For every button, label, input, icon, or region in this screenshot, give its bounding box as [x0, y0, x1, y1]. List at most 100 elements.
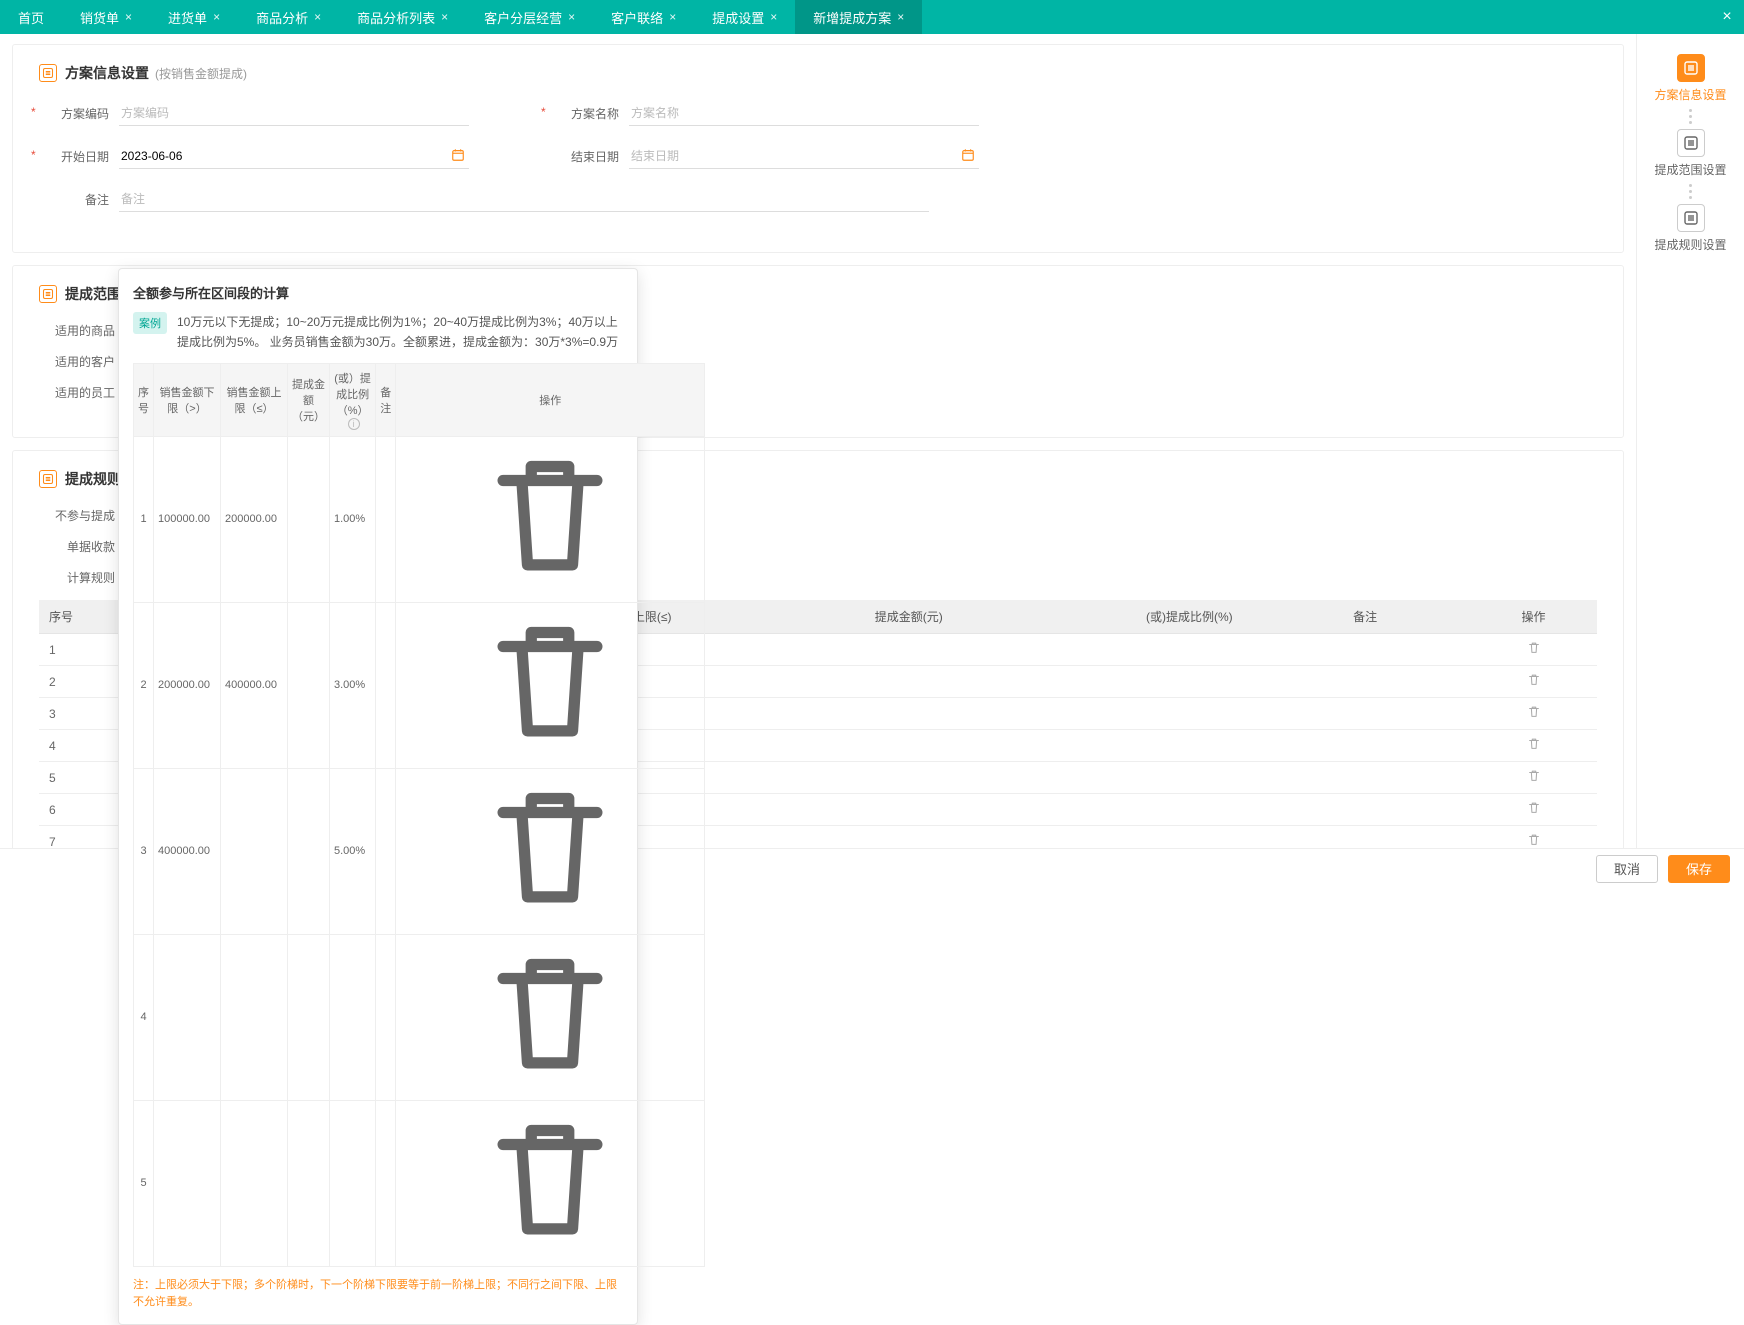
trash-icon[interactable] — [1527, 705, 1541, 719]
cell[interactable] — [782, 634, 1036, 666]
col-header: 备注 — [376, 363, 396, 436]
tab-首页[interactable]: 首页 — [0, 0, 62, 34]
step-1[interactable]: 提成范围设置 — [1637, 129, 1744, 178]
list-icon — [39, 64, 57, 82]
tab-进货单[interactable]: 进货单× — [150, 0, 238, 34]
col-header: 提成金额（元） — [288, 363, 330, 436]
trash-icon[interactable] — [400, 916, 700, 928]
cell[interactable] — [782, 730, 1036, 762]
close-icon[interactable]: × — [314, 10, 321, 24]
info-icon[interactable]: i — [348, 418, 360, 430]
cell — [154, 1100, 221, 1266]
cell — [330, 934, 376, 1100]
cell — [288, 768, 330, 934]
cell: 200000.00 — [154, 602, 221, 768]
cell: 400000.00 — [221, 602, 288, 768]
cell: 5 — [134, 1100, 154, 1266]
close-icon[interactable]: × — [125, 10, 132, 24]
cell[interactable] — [1036, 794, 1344, 826]
calendar-icon[interactable] — [961, 148, 975, 165]
col-header: (或）提成比例（%） i — [330, 363, 376, 436]
popover-note: 注：上限必须大于下限；多个阶梯时，下一个阶梯下限要等于前一阶梯上限；不同行之间下… — [133, 1277, 623, 1312]
save-button-label: 保存 — [1686, 859, 1712, 878]
table-row: 3400000.005.00% — [134, 768, 705, 934]
cell[interactable] — [1343, 634, 1470, 666]
tab-客户分层经营[interactable]: 客户分层经营× — [466, 0, 593, 34]
col-header: (或)提成比例(%) — [1036, 600, 1344, 634]
input-plan-name[interactable] — [629, 101, 979, 126]
trash-icon[interactable] — [1527, 801, 1541, 815]
close-icon[interactable]: × — [441, 10, 448, 24]
trash-icon[interactable] — [1527, 737, 1541, 751]
cell[interactable] — [782, 698, 1036, 730]
cell: 1 — [134, 436, 154, 602]
label-employee-scope: 适用的员工 — [39, 384, 115, 401]
cell[interactable] — [1036, 826, 1344, 849]
close-icon[interactable]: × — [897, 10, 904, 24]
cell — [376, 934, 396, 1100]
cell[interactable] — [1036, 762, 1344, 794]
cell[interactable] — [1036, 730, 1344, 762]
cell[interactable] — [1343, 698, 1470, 730]
tab-客户联络[interactable]: 客户联络× — [593, 0, 694, 34]
cell — [330, 1100, 376, 1266]
cell[interactable] — [1036, 666, 1344, 698]
col-header: 操作 — [396, 363, 705, 436]
input-plan-code[interactable] — [119, 101, 469, 126]
trash-icon[interactable] — [1527, 833, 1541, 847]
trash-icon[interactable] — [1527, 769, 1541, 783]
close-icon[interactable]: × — [669, 10, 676, 24]
save-button[interactable]: 保存 — [1668, 855, 1730, 883]
tab-销货单[interactable]: 销货单× — [62, 0, 150, 34]
close-all-button[interactable]: × — [1710, 0, 1744, 34]
cell[interactable] — [1036, 698, 1344, 730]
trash-icon[interactable] — [400, 750, 700, 762]
trash-icon[interactable] — [400, 1248, 700, 1260]
input-start-date[interactable] — [119, 144, 469, 169]
cell — [396, 934, 705, 1100]
close-icon[interactable]: × — [770, 10, 777, 24]
cell[interactable] — [1343, 826, 1470, 849]
cell[interactable] — [782, 794, 1036, 826]
tab-商品分析列表[interactable]: 商品分析列表× — [339, 0, 466, 34]
table-row: 2200000.00400000.003.00% — [134, 602, 705, 768]
calendar-icon[interactable] — [451, 148, 465, 165]
trash-icon[interactable] — [1527, 673, 1541, 687]
trash-icon[interactable] — [400, 584, 700, 596]
cell[interactable] — [1036, 634, 1344, 666]
list-icon — [1677, 54, 1705, 82]
col-header: 操作 — [1470, 600, 1597, 634]
cell — [396, 436, 705, 602]
col-header: 销售金额上限（≤） — [221, 363, 288, 436]
tab-新增提成方案[interactable]: 新增提成方案× — [795, 0, 922, 34]
step-2[interactable]: 提成规则设置 — [1637, 204, 1744, 253]
trash-icon[interactable] — [400, 1082, 700, 1094]
cell[interactable] — [1343, 762, 1470, 794]
cell: 1.00% — [330, 436, 376, 602]
label-end-date: 结束日期 — [549, 148, 619, 165]
close-icon[interactable]: × — [213, 10, 220, 24]
input-remark[interactable] — [119, 187, 929, 212]
step-0[interactable]: 方案信息设置 — [1637, 54, 1744, 103]
cell — [396, 768, 705, 934]
popover-tag: 案例 — [133, 312, 167, 334]
cell: 200000.00 — [221, 436, 288, 602]
tab-提成设置[interactable]: 提成设置× — [694, 0, 795, 34]
col-header: 销售金额下限（>） — [154, 363, 221, 436]
cell[interactable] — [1343, 794, 1470, 826]
popover-table: 序号销售金额下限（>）销售金额上限（≤）提成金额（元）(或）提成比例（%） i备… — [133, 363, 705, 1267]
cancel-button[interactable]: 取消 — [1596, 855, 1658, 883]
cell — [221, 1100, 288, 1266]
cell[interactable] — [782, 826, 1036, 849]
cell[interactable] — [782, 666, 1036, 698]
cell[interactable] — [1343, 730, 1470, 762]
trash-icon[interactable] — [1527, 641, 1541, 655]
tab-商品分析[interactable]: 商品分析× — [238, 0, 339, 34]
label-remark: 备注 — [39, 191, 109, 208]
input-end-date[interactable] — [629, 144, 979, 169]
close-icon[interactable]: × — [568, 10, 575, 24]
cell[interactable] — [1343, 666, 1470, 698]
cell[interactable] — [782, 762, 1036, 794]
label-plan-code: 方案编码 — [39, 105, 109, 122]
cell — [396, 1100, 705, 1266]
